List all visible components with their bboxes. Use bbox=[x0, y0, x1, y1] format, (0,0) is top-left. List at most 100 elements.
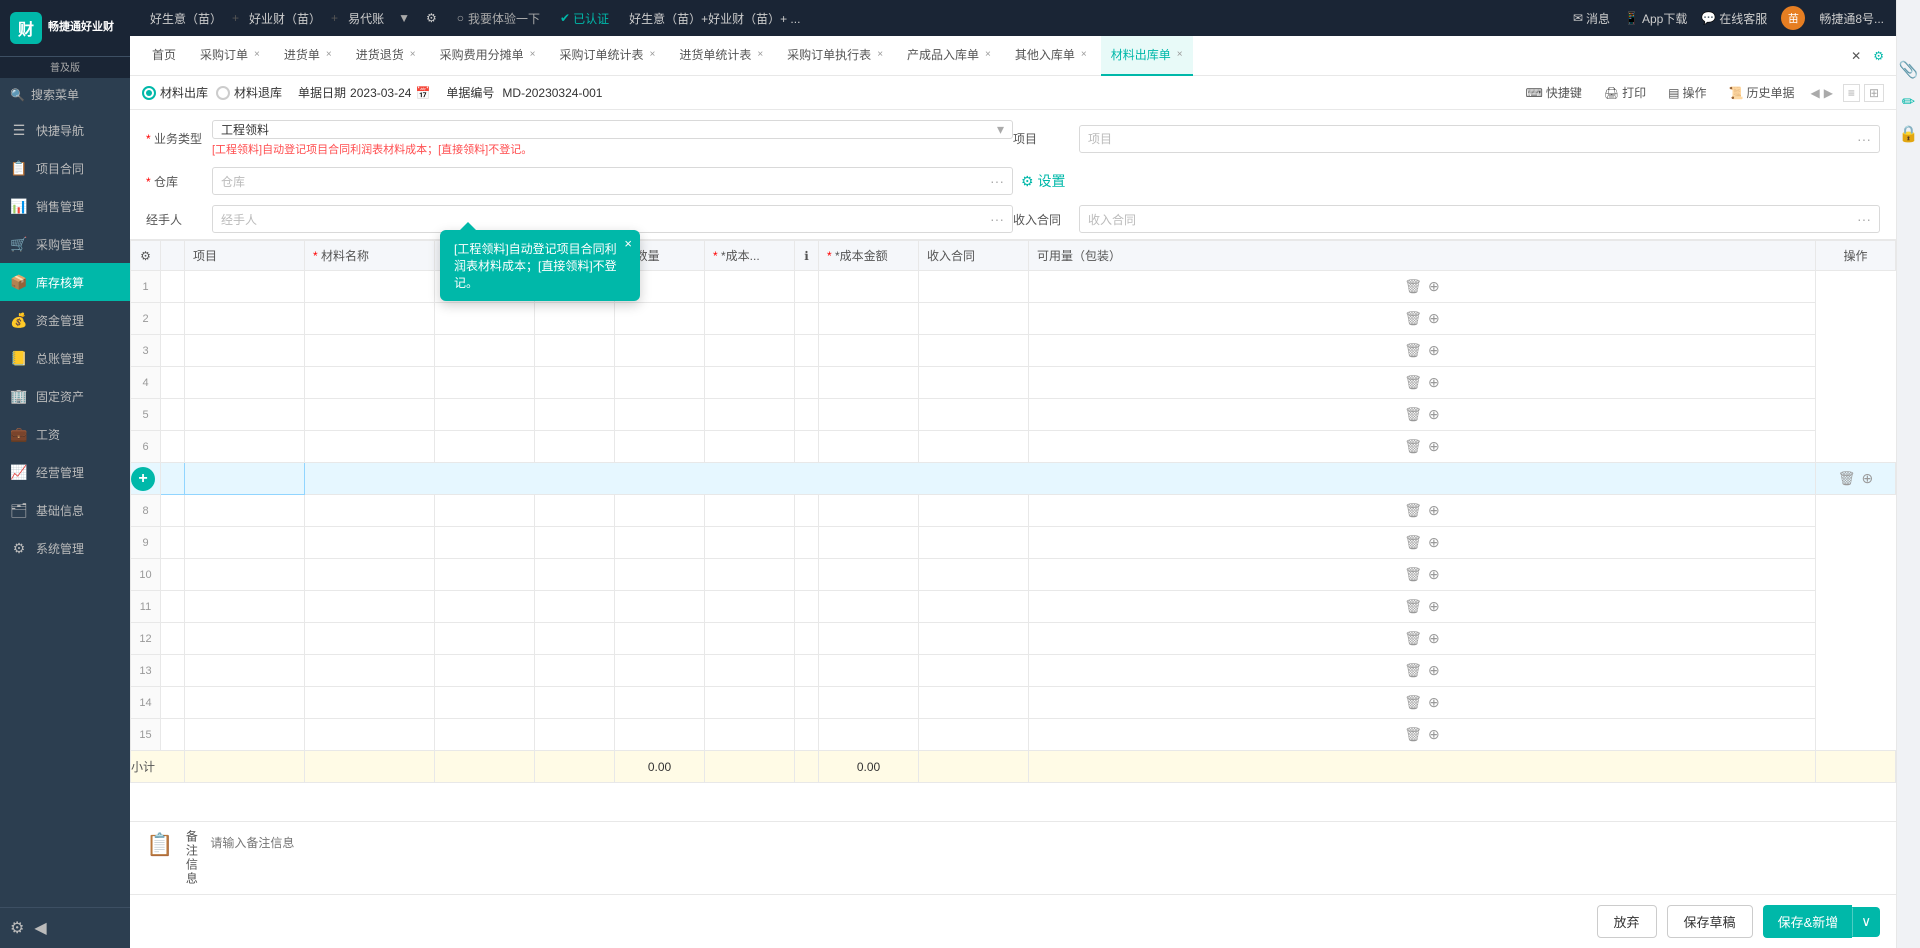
cell-cost[interactable] bbox=[615, 303, 705, 335]
cell-cost[interactable] bbox=[615, 655, 705, 687]
cell-project[interactable] bbox=[161, 495, 185, 527]
tab-home[interactable]: 首页 bbox=[142, 36, 186, 76]
cell-project-active[interactable] bbox=[161, 463, 185, 495]
project-more-btn[interactable]: ··· bbox=[1857, 131, 1871, 147]
cell-project[interactable] bbox=[161, 655, 185, 687]
header-nav-good-finance[interactable]: 好业财（苗） bbox=[241, 8, 329, 29]
tooltip-close-btn[interactable]: × bbox=[624, 236, 632, 251]
cell-material[interactable] bbox=[185, 431, 305, 463]
cell-contract[interactable] bbox=[819, 303, 919, 335]
tab-product-in[interactable]: 产成品入库单× bbox=[897, 36, 1001, 76]
cell-cost[interactable] bbox=[615, 495, 705, 527]
cell-unit[interactable] bbox=[435, 335, 535, 367]
date-value[interactable]: 2023-03-24 bbox=[350, 86, 411, 100]
cell-contract[interactable] bbox=[819, 623, 919, 655]
copy-row-btn[interactable]: ⊕ bbox=[1428, 726, 1440, 743]
cell-material[interactable] bbox=[185, 527, 305, 559]
cell-amount[interactable] bbox=[795, 335, 819, 367]
copy-row-btn[interactable]: ⊕ bbox=[1428, 406, 1440, 423]
cell-contract[interactable] bbox=[819, 431, 919, 463]
cell-contract[interactable] bbox=[819, 591, 919, 623]
tab-purchase-order[interactable]: 采购订单× bbox=[190, 36, 270, 76]
close-tab-material-out[interactable]: × bbox=[1177, 49, 1183, 60]
cell-material[interactable] bbox=[185, 335, 305, 367]
sidebar-item-finance[interactable]: 💰 资金管理 bbox=[0, 301, 130, 339]
sidebar-item-salary[interactable]: 💼 工资 bbox=[0, 415, 130, 453]
cell-qty[interactable] bbox=[535, 655, 615, 687]
sidebar-item-sales[interactable]: 📊 销售管理 bbox=[0, 187, 130, 225]
cell-contract[interactable] bbox=[819, 719, 919, 751]
save-new-arrow-btn[interactable]: ∨ bbox=[1852, 907, 1880, 937]
online-service-btn[interactable]: 💬 在线客服 bbox=[1701, 10, 1767, 27]
cell-spec[interactable] bbox=[305, 495, 435, 527]
cell-contract[interactable] bbox=[819, 655, 919, 687]
app-download-btn[interactable]: 📱 App下载 bbox=[1624, 10, 1687, 27]
cell-amount[interactable] bbox=[795, 431, 819, 463]
cell-cost[interactable] bbox=[615, 559, 705, 591]
cell-material[interactable] bbox=[185, 399, 305, 431]
copy-row-btn[interactable]: ⊕ bbox=[1428, 310, 1440, 327]
user-avatar[interactable]: 苗 bbox=[1781, 6, 1805, 30]
cell-material[interactable] bbox=[185, 655, 305, 687]
cell-available[interactable] bbox=[919, 623, 1029, 655]
cell-qty[interactable] bbox=[535, 367, 615, 399]
tab-purchase-in[interactable]: 进货单× bbox=[274, 36, 342, 76]
cell-available[interactable] bbox=[919, 559, 1029, 591]
sidebar-item-manage[interactable]: 📈 经营管理 bbox=[0, 453, 130, 491]
close-tab-return[interactable]: × bbox=[410, 49, 416, 60]
right-icon-attach[interactable]: 📎 bbox=[1899, 60, 1919, 80]
copy-row-btn[interactable]: ⊕ bbox=[1862, 470, 1874, 487]
cell-material[interactable] bbox=[185, 719, 305, 751]
income-contract-more-btn[interactable]: ··· bbox=[1857, 211, 1871, 227]
cell-cost[interactable] bbox=[615, 719, 705, 751]
cell-spec[interactable] bbox=[305, 303, 435, 335]
sidebar-item-kuaijie[interactable]: ☰ 快捷导航 bbox=[0, 111, 130, 149]
cell-material[interactable] bbox=[185, 495, 305, 527]
cell-project[interactable] bbox=[161, 271, 185, 303]
cell-amount[interactable] bbox=[795, 559, 819, 591]
tab-material-out[interactable]: 材料出库单× bbox=[1101, 36, 1193, 76]
cell-contract[interactable] bbox=[819, 399, 919, 431]
cell-unit[interactable] bbox=[435, 399, 535, 431]
header-nav-agent[interactable]: 易代账 bbox=[340, 8, 392, 29]
copy-row-btn[interactable]: ⊕ bbox=[1428, 566, 1440, 583]
close-tab-cost[interactable]: × bbox=[530, 49, 536, 60]
tab-purchase-return[interactable]: 进货退货× bbox=[346, 36, 426, 76]
cell-material[interactable] bbox=[185, 303, 305, 335]
cell-unit[interactable] bbox=[435, 687, 535, 719]
delete-row-btn[interactable]: 🗑 bbox=[1404, 534, 1422, 551]
cell-available[interactable] bbox=[919, 399, 1029, 431]
copy-row-btn[interactable]: ⊕ bbox=[1428, 630, 1440, 647]
prev-btn[interactable]: ◀ bbox=[1810, 86, 1819, 100]
cell-qty[interactable] bbox=[535, 431, 615, 463]
form-settings-btn[interactable]: ⚙ 设置 bbox=[1021, 171, 1065, 191]
cell-amount[interactable] bbox=[795, 271, 819, 303]
list-view-btn[interactable]: ≡ bbox=[1843, 84, 1860, 102]
close-tab-purchase-order[interactable]: × bbox=[254, 49, 260, 60]
cell-project[interactable] bbox=[161, 527, 185, 559]
warehouse-more-btn[interactable]: ··· bbox=[990, 173, 1004, 189]
copy-row-btn[interactable]: ⊕ bbox=[1428, 598, 1440, 615]
copy-row-btn[interactable]: ⊕ bbox=[1428, 662, 1440, 679]
notes-input[interactable] bbox=[210, 830, 1880, 866]
delete-row-btn[interactable]: 🗑 bbox=[1404, 406, 1422, 423]
cell-contract[interactable] bbox=[819, 367, 919, 399]
tab-in-stats[interactable]: 进货单统计表× bbox=[669, 36, 773, 76]
delete-row-btn[interactable]: 🗑 bbox=[1404, 662, 1422, 679]
next-btn[interactable]: ▶ bbox=[1824, 86, 1833, 100]
cell-material[interactable] bbox=[185, 559, 305, 591]
cell-project[interactable] bbox=[161, 335, 185, 367]
message-btn[interactable]: ✉ 消息 bbox=[1573, 10, 1610, 27]
shortcut-btn[interactable]: ⌨ 快捷键 bbox=[1520, 82, 1588, 103]
operate-btn[interactable]: ▤ 操作 bbox=[1662, 82, 1712, 103]
cell-cost[interactable] bbox=[615, 335, 705, 367]
cell-cost[interactable] bbox=[615, 687, 705, 719]
radio-material-out[interactable]: 材料出库 bbox=[142, 84, 208, 101]
cell-contract[interactable] bbox=[819, 271, 919, 303]
tab-close-all[interactable]: ✕ bbox=[1851, 49, 1861, 63]
cell-cost[interactable] bbox=[615, 623, 705, 655]
copy-row-btn[interactable]: ⊕ bbox=[1428, 374, 1440, 391]
delete-row-btn[interactable]: 🗑 bbox=[1404, 438, 1422, 455]
tab-purchase-cost[interactable]: 采购费用分摊单× bbox=[430, 36, 546, 76]
delete-row-btn[interactable]: 🗑 bbox=[1404, 342, 1422, 359]
